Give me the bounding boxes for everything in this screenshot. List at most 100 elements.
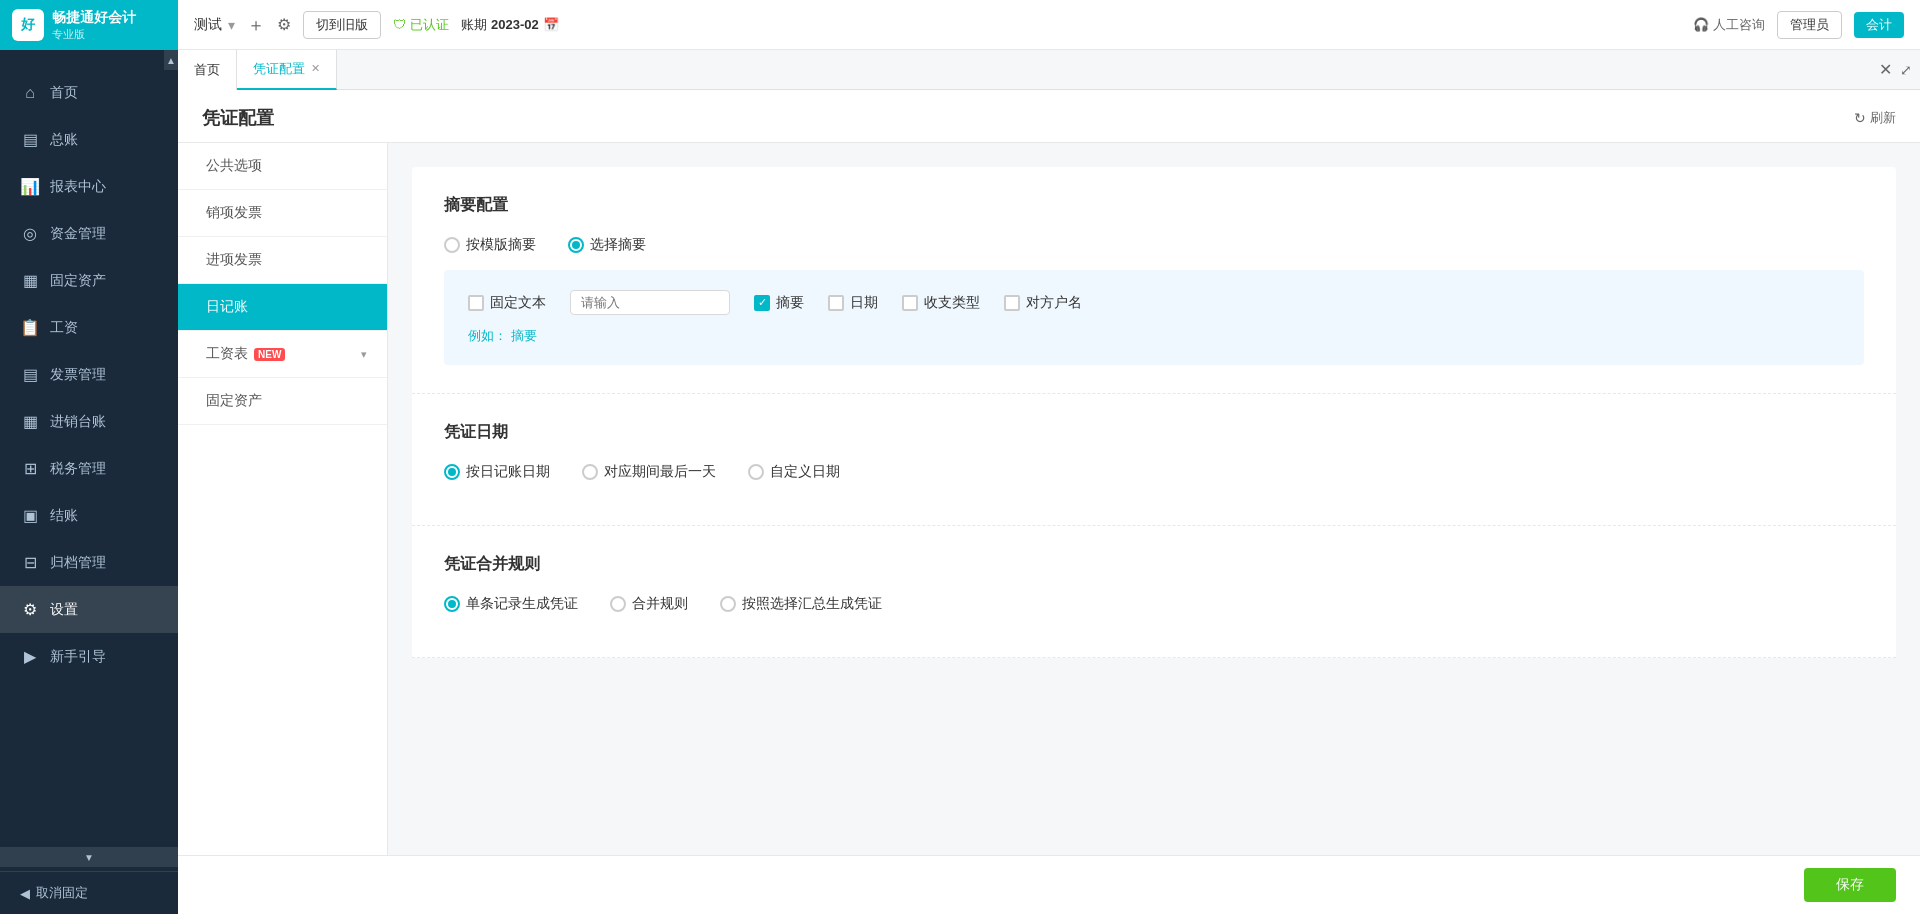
single-record-radio[interactable] — [444, 596, 460, 612]
topbar: 测试 ▾ ＋ ⚙ 切到旧版 🛡 已认证 账期 2023-02 📅 🎧 人工咨询 … — [178, 0, 1920, 50]
left-nav-payroll[interactable]: 工资表 NEW ▾ — [178, 331, 387, 378]
config-section: 摘要配置 按模版摘要 选择摘要 — [412, 167, 1896, 658]
tabbar: 首页 凭证配置 ✕ ✕ ⤢ — [178, 50, 1920, 90]
sidebar-nav: ⌂ 首页 ▤ 总账 📊 报表中心 ◎ 资金管理 ▦ 固定资产 📋 工资 ▤ 发票… — [0, 70, 178, 843]
shield-icon: 🛡 — [393, 17, 406, 32]
tabbar-actions: ✕ ⤢ — [1871, 60, 1920, 79]
counterpart-checkbox-item[interactable]: 对方户名 — [1004, 294, 1082, 312]
counterpart-checkbox[interactable] — [1004, 295, 1020, 311]
sidebar-item-home[interactable]: ⌂ 首页 — [0, 70, 178, 116]
add-workspace-button[interactable]: ＋ — [247, 13, 265, 37]
sidebar-item-wages[interactable]: 📋 工资 — [0, 304, 178, 351]
last-day-option[interactable]: 对应期间最后一天 — [582, 463, 716, 481]
custom-date-option[interactable]: 自定义日期 — [748, 463, 840, 481]
merge-section-title: 凭证合并规则 — [444, 554, 1864, 575]
cancel-fixed-icon: ◀ — [20, 886, 30, 901]
accountant-button[interactable]: 会计 — [1854, 12, 1904, 38]
invoices-icon: ▤ — [20, 365, 40, 384]
workspace-chevron-icon: ▾ — [228, 17, 235, 33]
sidebar-item-guide[interactable]: ▶ 新手引导 — [0, 633, 178, 680]
sidebar-item-funds[interactable]: ◎ 资金管理 — [0, 210, 178, 257]
fixed-text-input[interactable] — [570, 290, 730, 315]
sidebar-item-reports[interactable]: 📊 报表中心 — [0, 163, 178, 210]
main-area: 测试 ▾ ＋ ⚙ 切到旧版 🛡 已认证 账期 2023-02 📅 🎧 人工咨询 … — [178, 0, 1920, 914]
payment-type-checkbox-item[interactable]: 收支类型 — [902, 294, 980, 312]
fixed-text-checkbox[interactable] — [468, 295, 484, 311]
content-area: 凭证配置 ↻ 刷新 公共选项 销项发票 进项发票 日记账 — [178, 90, 1920, 914]
left-nav-purchase-invoice[interactable]: 进项发票 — [178, 237, 387, 284]
tab-voucher-config[interactable]: 凭证配置 ✕ — [237, 50, 337, 90]
sidebar-item-ledger[interactable]: ▤ 总账 — [0, 116, 178, 163]
gear-icon[interactable]: ⚙ — [277, 15, 291, 34]
headset-icon: 🎧 — [1693, 17, 1709, 32]
merge-rule-radio[interactable] — [610, 596, 626, 612]
bottom-bar: 保存 — [178, 855, 1920, 914]
assets-icon: ▦ — [20, 271, 40, 290]
workspace-selector[interactable]: 测试 ▾ — [194, 16, 235, 34]
sidebar-item-settings[interactable]: ⚙ 设置 — [0, 586, 178, 633]
guide-icon: ▶ — [20, 647, 40, 666]
summary-config-box: 固定文本 摘要 — [444, 270, 1864, 365]
date-checkbox[interactable] — [828, 295, 844, 311]
left-nav-public[interactable]: 公共选项 — [178, 143, 387, 190]
summary-select-option[interactable]: 选择摘要 — [568, 236, 646, 254]
select-merge-option[interactable]: 按照选择汇总生成凭证 — [720, 595, 882, 613]
left-nav-fixed-assets[interactable]: 固定资产 — [178, 378, 387, 425]
summary-select-radio[interactable] — [568, 237, 584, 253]
accounting-period: 账期 2023-02 📅 — [461, 16, 559, 34]
archive-icon: ⊟ — [20, 553, 40, 572]
left-nav-journal[interactable]: 日记账 — [178, 284, 387, 331]
close-accounts-icon: ▣ — [20, 506, 40, 525]
merge-rule-option[interactable]: 合并规则 — [610, 595, 688, 613]
logo-text: 畅捷通好会计 专业版 — [52, 8, 136, 41]
payment-type-checkbox[interactable] — [902, 295, 918, 311]
calendar-icon[interactable]: 📅 — [543, 17, 559, 32]
switch-version-button[interactable]: 切到旧版 — [303, 11, 381, 39]
select-merge-radio[interactable] — [720, 596, 736, 612]
sidebar-item-archive[interactable]: ⊟ 归档管理 — [0, 539, 178, 586]
summary-radio-group: 按模版摘要 选择摘要 — [444, 236, 1864, 254]
sidebar-item-sales[interactable]: ▦ 进销台账 — [0, 398, 178, 445]
summary-checkbox-item[interactable]: 摘要 — [754, 294, 804, 312]
date-checkbox-item[interactable]: 日期 — [828, 294, 878, 312]
left-nav: 公共选项 销项发票 进项发票 日记账 工资表 NEW ▾ — [178, 143, 388, 855]
chevron-down-icon: ▾ — [361, 348, 367, 361]
tab-home[interactable]: 首页 — [178, 50, 237, 90]
wages-icon: 📋 — [20, 318, 40, 337]
journal-date-radio[interactable] — [444, 464, 460, 480]
sidebar-scroll-up[interactable]: ▲ — [164, 50, 178, 70]
left-nav-sales-invoice[interactable]: 销项发票 — [178, 190, 387, 237]
cancel-fixed-button[interactable]: ◀ 取消固定 — [0, 871, 178, 914]
merge-radio-group: 单条记录生成凭证 合并规则 按照选择汇总生成凭证 — [444, 595, 1864, 613]
page-header: 凭证配置 ↻ 刷新 — [178, 90, 1920, 143]
right-content: 摘要配置 按模版摘要 选择摘要 — [388, 143, 1920, 855]
journal-date-option[interactable]: 按日记账日期 — [444, 463, 550, 481]
verified-status: 🛡 已认证 — [393, 16, 449, 34]
example-text: 例如： 摘要 — [468, 327, 1840, 345]
consult-button[interactable]: 🎧 人工咨询 — [1693, 16, 1765, 34]
home-icon: ⌂ — [20, 84, 40, 102]
sidebar-item-invoices[interactable]: ▤ 发票管理 — [0, 351, 178, 398]
tabbar-expand-button[interactable]: ⤢ — [1900, 62, 1912, 78]
refresh-button[interactable]: ↻ 刷新 — [1854, 109, 1896, 127]
last-day-radio[interactable] — [582, 464, 598, 480]
single-record-option[interactable]: 单条记录生成凭证 — [444, 595, 578, 613]
logo-icon: 好 — [12, 9, 44, 41]
summary-template-radio[interactable] — [444, 237, 460, 253]
sidebar-item-assets[interactable]: ▦ 固定资产 — [0, 257, 178, 304]
tabbar-close-button[interactable]: ✕ — [1879, 60, 1892, 79]
sidebar-item-tax[interactable]: ⊞ 税务管理 — [0, 445, 178, 492]
sidebar-logo: 好 畅捷通好会计 专业版 — [0, 0, 178, 50]
refresh-icon: ↻ — [1854, 110, 1866, 126]
summary-template-option[interactable]: 按模版摘要 — [444, 236, 536, 254]
sidebar-item-close[interactable]: ▣ 结账 — [0, 492, 178, 539]
save-button[interactable]: 保存 — [1804, 868, 1896, 902]
sidebar-scroll-down[interactable]: ▼ — [0, 847, 178, 867]
tab-close-icon[interactable]: ✕ — [311, 62, 320, 75]
sales-icon: ▦ — [20, 412, 40, 431]
date-section-title: 凭证日期 — [444, 422, 1864, 443]
admin-button[interactable]: 管理员 — [1777, 11, 1842, 39]
custom-date-radio[interactable] — [748, 464, 764, 480]
summary-checkbox[interactable] — [754, 295, 770, 311]
fixed-text-checkbox-item[interactable]: 固定文本 — [468, 294, 546, 312]
